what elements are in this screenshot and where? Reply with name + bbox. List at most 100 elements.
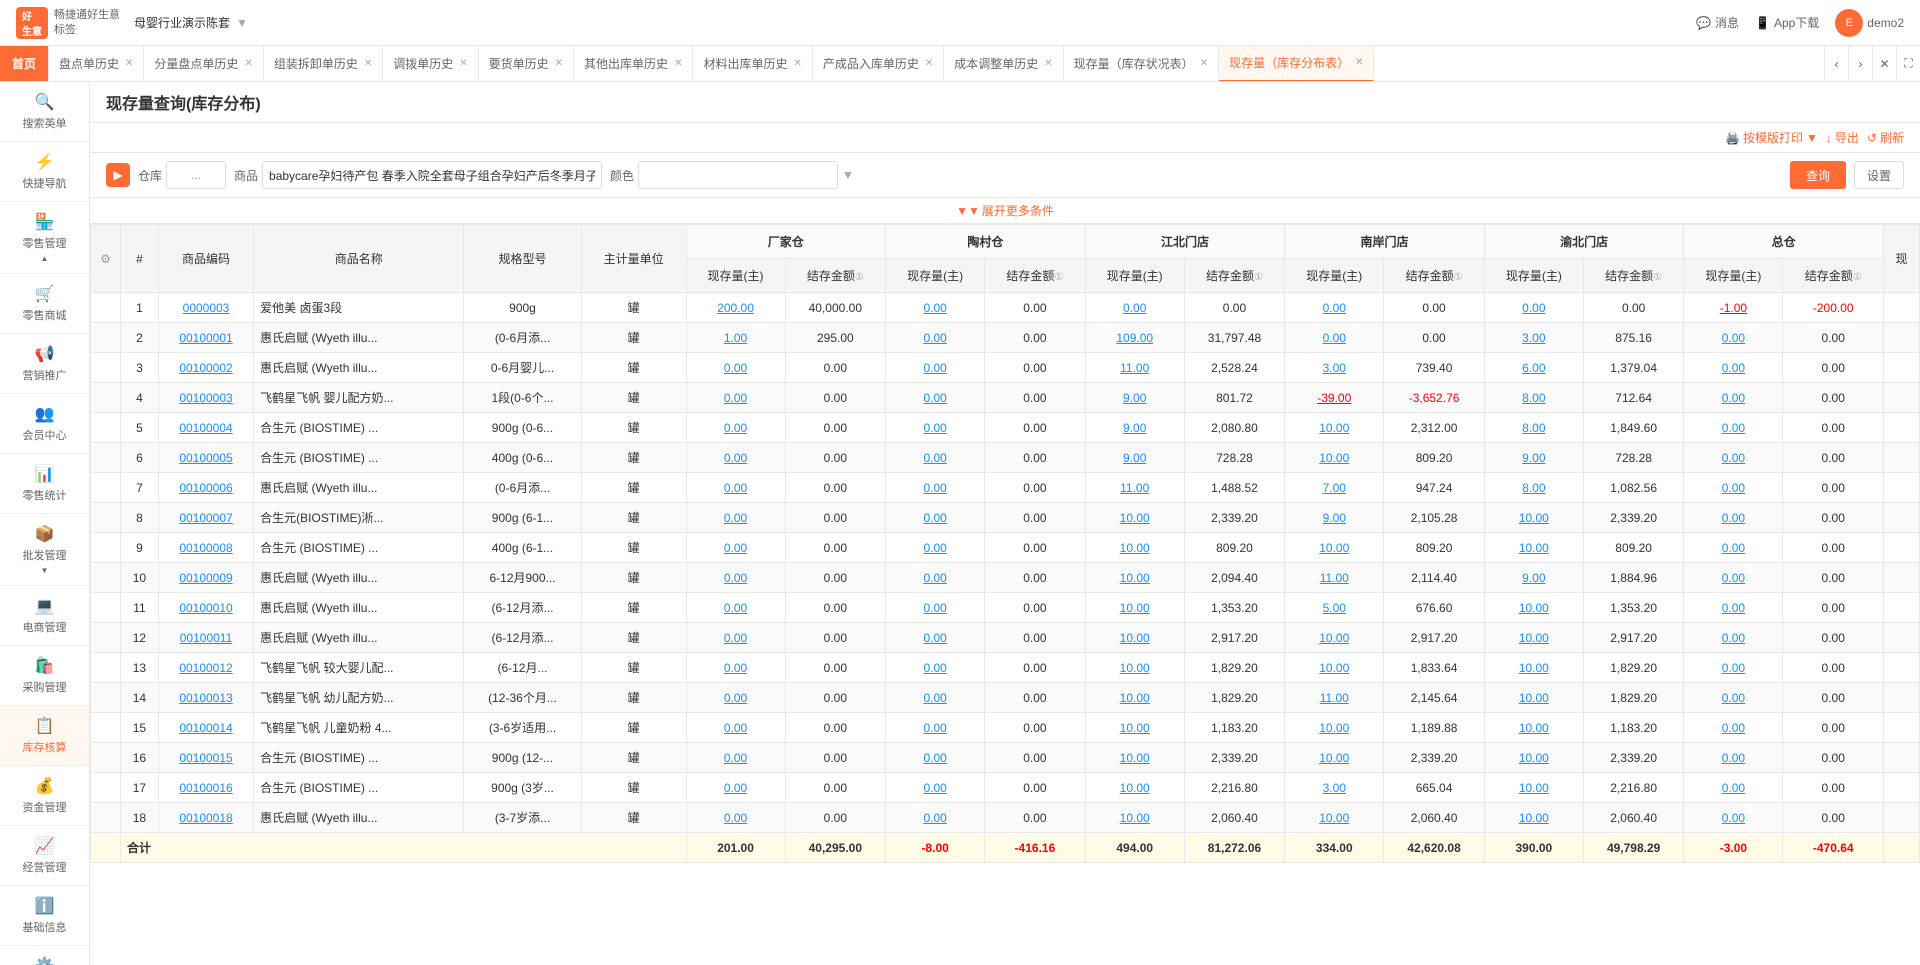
cf-qty-cell[interactable]: 0.00 xyxy=(686,383,785,413)
yb-qty-cell[interactable]: 10.00 xyxy=(1484,533,1583,563)
jb-qty-cell[interactable]: 10.00 xyxy=(1085,623,1184,653)
col-settings-header[interactable]: ⚙ xyxy=(91,225,121,293)
total-qty-cell[interactable]: 0.00 xyxy=(1684,473,1783,503)
yb-qty-cell[interactable]: 10.00 xyxy=(1484,623,1583,653)
tab-close-icon[interactable]: ✕ xyxy=(555,58,563,69)
total-qty-cell[interactable]: 0.00 xyxy=(1684,743,1783,773)
na-qty-cell[interactable]: 11.00 xyxy=(1285,683,1384,713)
jb-qty-cell[interactable]: 9.00 xyxy=(1085,413,1184,443)
tab-inventory-check[interactable]: 盘点单历史 ✕ xyxy=(49,46,144,82)
cf-qty-cell[interactable]: 0.00 xyxy=(686,503,785,533)
total-qty-cell[interactable]: 0.00 xyxy=(1684,713,1783,743)
tc-qty-cell[interactable]: 0.00 xyxy=(886,353,985,383)
yb-qty-cell[interactable]: 0.00 xyxy=(1484,293,1583,323)
jb-qty-cell[interactable]: 0.00 xyxy=(1085,293,1184,323)
sidebar-item-ecommerce[interactable]: 💻 电商管理 xyxy=(0,586,89,646)
sidebar-item-wholesale[interactable]: 📦 批发管理 ▼ xyxy=(0,514,89,586)
na-qty-cell[interactable]: 0.00 xyxy=(1285,323,1384,353)
total-qty-cell[interactable]: 0.00 xyxy=(1684,653,1783,683)
cf-qty-cell[interactable]: 0.00 xyxy=(686,353,785,383)
tab-close-icon[interactable]: ✕ xyxy=(244,58,252,69)
cf-qty-cell[interactable]: 1.00 xyxy=(686,323,785,353)
sidebar-item-retail-stats[interactable]: 📊 零售统计 xyxy=(0,454,89,514)
cf-qty-cell[interactable]: 0.00 xyxy=(686,473,785,503)
yb-qty-cell[interactable]: 10.00 xyxy=(1484,683,1583,713)
na-qty-cell[interactable]: 10.00 xyxy=(1285,443,1384,473)
total-qty-cell[interactable]: 0.00 xyxy=(1684,413,1783,443)
jb-qty-cell[interactable]: 10.00 xyxy=(1085,773,1184,803)
product-input[interactable] xyxy=(262,161,602,189)
tc-qty-cell[interactable]: 0.00 xyxy=(886,443,985,473)
total-qty-cell[interactable]: 0.00 xyxy=(1684,593,1783,623)
industry-dropdown-icon[interactable]: ▼ xyxy=(236,16,248,30)
tab-close-icon[interactable]: ✕ xyxy=(459,58,467,69)
tab-order[interactable]: 要货单历史 ✕ xyxy=(479,46,574,82)
jb-qty-cell[interactable]: 10.00 xyxy=(1085,683,1184,713)
tab-cost-adjust[interactable]: 成本调整单历史 ✕ xyxy=(944,46,1063,82)
tc-qty-cell[interactable]: 0.00 xyxy=(886,803,985,833)
yb-qty-cell[interactable]: 3.00 xyxy=(1484,323,1583,353)
tc-amt-info-icon[interactable]: ① xyxy=(1054,272,1063,283)
na-qty-cell[interactable]: 11.00 xyxy=(1285,563,1384,593)
yb-qty-cell[interactable]: 10.00 xyxy=(1484,593,1583,623)
na-qty-cell[interactable]: 5.00 xyxy=(1285,593,1384,623)
tab-close-icon[interactable]: ✕ xyxy=(793,58,801,69)
tc-qty-cell[interactable]: 0.00 xyxy=(886,683,985,713)
tc-qty-cell[interactable]: 0.00 xyxy=(886,533,985,563)
sidebar-item-quicknav[interactable]: ⚡ 快捷导航 xyxy=(0,142,89,202)
na-qty-cell[interactable]: 10.00 xyxy=(1285,803,1384,833)
yb-qty-cell[interactable]: 8.00 xyxy=(1484,383,1583,413)
jb-qty-cell[interactable]: 10.00 xyxy=(1085,743,1184,773)
tc-qty-cell[interactable]: 0.00 xyxy=(886,383,985,413)
total-qty-cell[interactable]: 0.00 xyxy=(1684,323,1783,353)
sidebar-item-retail[interactable]: 🏪 零售管理 ▲ xyxy=(0,202,89,274)
cf-qty-cell[interactable]: 0.00 xyxy=(686,683,785,713)
tab-close-icon[interactable]: ✕ xyxy=(1355,57,1363,68)
tc-qty-cell[interactable]: 0.00 xyxy=(886,653,985,683)
na-qty-cell[interactable]: 0.00 xyxy=(1285,293,1384,323)
sidebar-item-marketing[interactable]: 📢 营销推广 xyxy=(0,334,89,394)
sidebar-item-system[interactable]: ⚙️ 系统管理 xyxy=(0,946,89,965)
total-qty-cell[interactable]: 0.00 xyxy=(1684,443,1783,473)
tc-qty-cell[interactable]: 0.00 xyxy=(886,473,985,503)
print-btn[interactable]: 🖨️ 按模版打印 ▼ xyxy=(1725,129,1818,146)
na-qty-cell[interactable]: -39.00 xyxy=(1285,383,1384,413)
jb-qty-cell[interactable]: 109.00 xyxy=(1085,323,1184,353)
expand-more-btn[interactable]: ▼▼ 展开更多条件 xyxy=(956,202,1054,219)
tab-transfer[interactable]: 调拨单历史 ✕ xyxy=(383,46,478,82)
cf-qty-cell[interactable]: 0.00 xyxy=(686,653,785,683)
na-qty-cell[interactable]: 7.00 xyxy=(1285,473,1384,503)
export-btn[interactable]: ↓ 导出 xyxy=(1826,129,1859,146)
gear-icon[interactable]: ⚙ xyxy=(100,252,111,266)
tab-next-btn[interactable]: › xyxy=(1848,46,1872,82)
na-amt-info-icon[interactable]: ① xyxy=(1454,272,1463,283)
jb-qty-cell[interactable]: 10.00 xyxy=(1085,593,1184,623)
jb-qty-cell[interactable]: 10.00 xyxy=(1085,653,1184,683)
sidebar-item-purchase[interactable]: 🛍️ 采购管理 xyxy=(0,646,89,706)
cf-qty-cell[interactable]: 200.00 xyxy=(686,293,785,323)
tc-qty-cell[interactable]: 0.00 xyxy=(886,743,985,773)
total-qty-cell[interactable]: 0.00 xyxy=(1684,683,1783,713)
tab-other-out[interactable]: 其他出库单历史 ✕ xyxy=(574,46,693,82)
cf-qty-cell[interactable]: 0.00 xyxy=(686,773,785,803)
col-code-cell[interactable]: 00100004 xyxy=(158,413,253,443)
sidebar-item-mall[interactable]: 🛒 零售商城 xyxy=(0,274,89,334)
jb-qty-cell[interactable]: 9.00 xyxy=(1085,383,1184,413)
yb-qty-cell[interactable]: 9.00 xyxy=(1484,443,1583,473)
col-code-cell[interactable]: 00100014 xyxy=(158,713,253,743)
cf-qty-cell[interactable]: 0.00 xyxy=(686,743,785,773)
tab-close-all-btn[interactable]: ✕ xyxy=(1872,46,1896,82)
total-qty-cell[interactable]: 0.00 xyxy=(1684,803,1783,833)
sidebar-item-member[interactable]: 👥 会员中心 xyxy=(0,394,89,454)
tab-product-in[interactable]: 产成品入库单历史 ✕ xyxy=(813,46,944,82)
query-btn[interactable]: 查询 xyxy=(1790,161,1846,189)
cf-qty-cell[interactable]: 0.00 xyxy=(686,803,785,833)
tab-stock-status[interactable]: 现存量（库存状况表） ✕ xyxy=(1064,46,1219,82)
total-qty-cell[interactable]: -1.00 xyxy=(1684,293,1783,323)
color-dropdown-icon[interactable]: ▼ xyxy=(842,168,854,182)
tc-qty-cell[interactable]: 0.00 xyxy=(886,713,985,743)
jb-qty-cell[interactable]: 11.00 xyxy=(1085,353,1184,383)
na-qty-cell[interactable]: 10.00 xyxy=(1285,713,1384,743)
yb-qty-cell[interactable]: 10.00 xyxy=(1484,653,1583,683)
col-code-cell[interactable]: 00100012 xyxy=(158,653,253,683)
